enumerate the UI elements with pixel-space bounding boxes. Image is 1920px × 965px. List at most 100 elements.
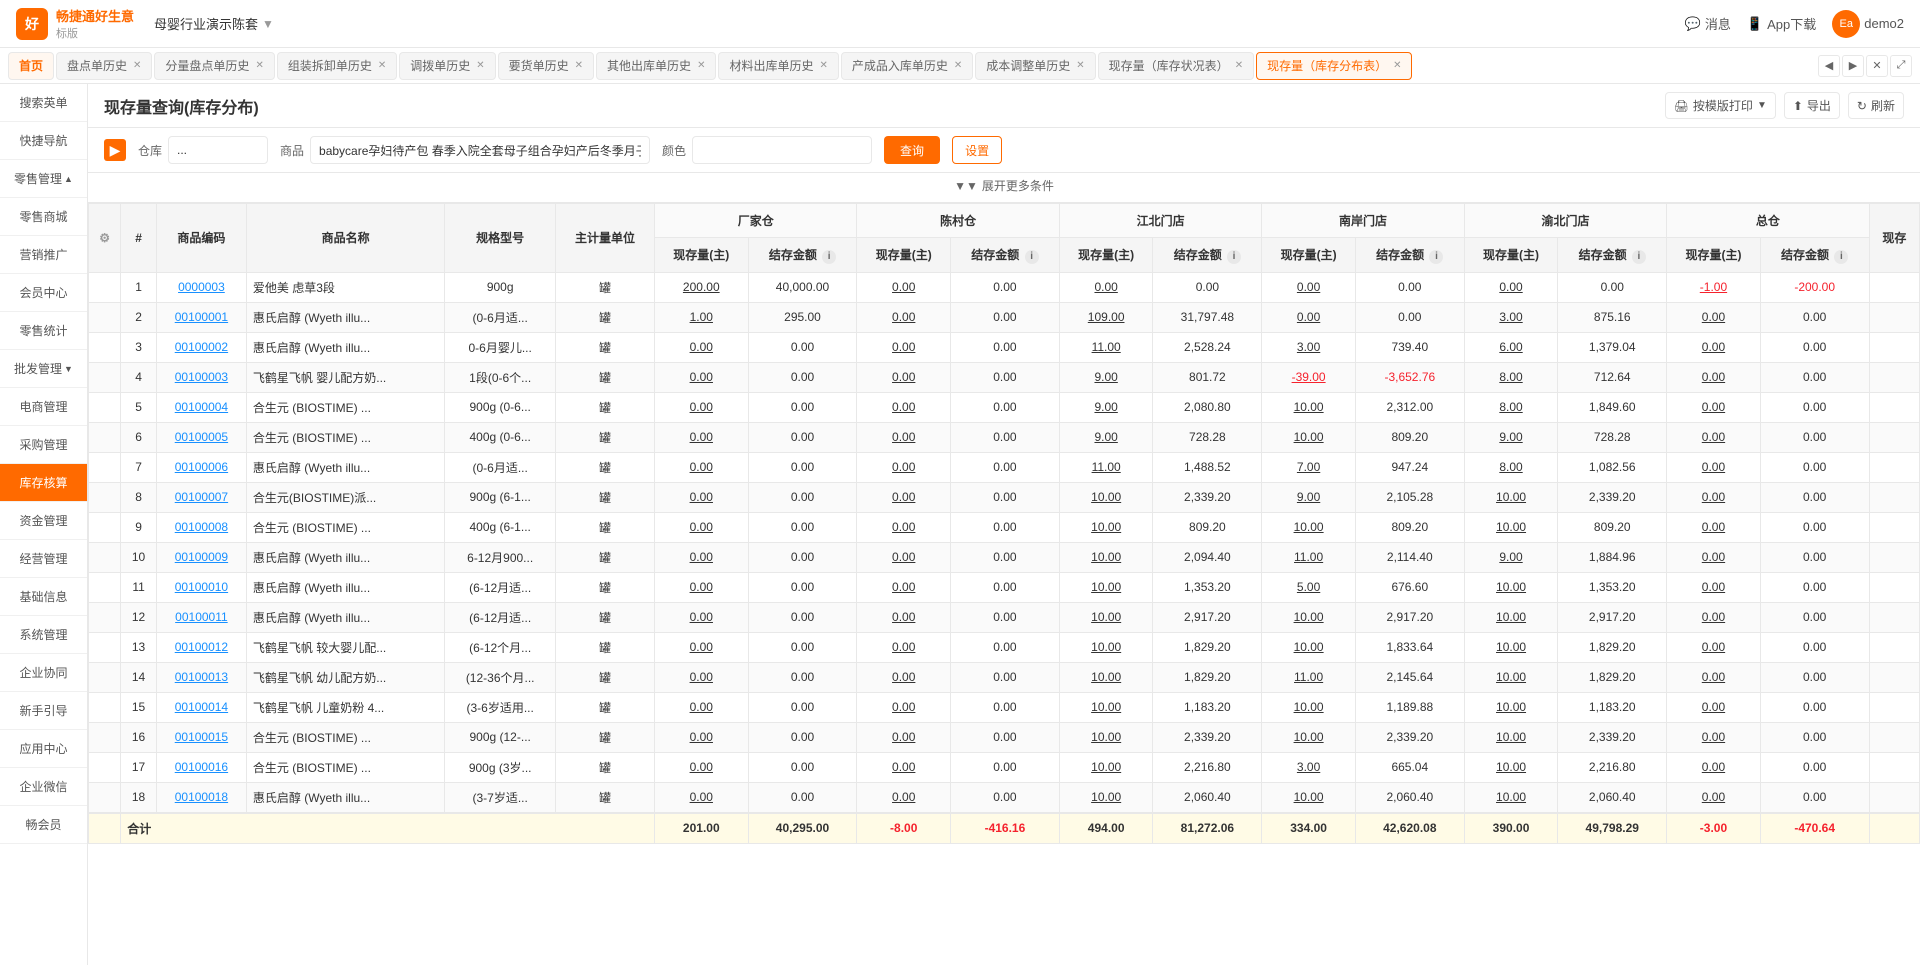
tab-chancheng[interactable]: 产成品入库单历史 ✕ — [841, 52, 973, 80]
cell-yubei-qty[interactable]: 3.00 — [1464, 302, 1558, 332]
info-icon[interactable]: i — [1834, 250, 1848, 264]
cell-code[interactable]: 00100008 — [156, 512, 246, 542]
cell-code[interactable]: 00100013 — [156, 662, 246, 692]
cell-nanan-qty[interactable]: 10.00 — [1262, 782, 1356, 813]
cell-jiangbei-qty[interactable]: 109.00 — [1059, 302, 1153, 332]
cell-jiangbei-qty[interactable]: 10.00 — [1059, 572, 1153, 602]
cell-changjia-qty[interactable]: 0.00 — [655, 662, 749, 692]
col-settings[interactable]: ⚙ — [89, 204, 121, 273]
cell-chencun-qty[interactable]: 0.00 — [857, 662, 951, 692]
info-icon[interactable]: i — [1227, 250, 1241, 264]
cell-changjia-qty[interactable]: 0.00 — [655, 482, 749, 512]
cell-changjia-qty[interactable]: 0.00 — [655, 392, 749, 422]
tab-close-icon[interactable]: ✕ — [575, 60, 583, 71]
cell-changjia-qty[interactable]: 0.00 — [655, 722, 749, 752]
cell-code[interactable]: 00100010 — [156, 572, 246, 602]
cell-jiangbei-qty[interactable]: 10.00 — [1059, 662, 1153, 692]
tab-yaohuo[interactable]: 要货单历史 ✕ — [498, 52, 594, 80]
tab-close-icon[interactable]: ✕ — [954, 60, 962, 71]
cell-jiangbei-qty[interactable]: 10.00 — [1059, 482, 1153, 512]
filter-toggle-btn[interactable]: ▶ — [104, 139, 126, 161]
product-input[interactable] — [310, 136, 650, 164]
cell-code[interactable]: 00100014 — [156, 692, 246, 722]
cell-chencun-qty[interactable]: 0.00 — [857, 512, 951, 542]
cell-zongcang-qty[interactable]: 0.00 — [1667, 602, 1761, 632]
cell-nanan-qty[interactable]: 10.00 — [1262, 392, 1356, 422]
cell-code[interactable]: 0000003 — [156, 272, 246, 302]
sidebar-item-retailmall[interactable]: 零售商城 — [0, 198, 87, 236]
sidebar-item-wholesale[interactable]: 批发管理 ▼ — [0, 350, 87, 388]
cell-chencun-qty[interactable]: 0.00 — [857, 632, 951, 662]
cell-changjia-qty[interactable]: 200.00 — [655, 272, 749, 302]
cell-jiangbei-qty[interactable]: 10.00 — [1059, 602, 1153, 632]
cell-jiangbei-qty[interactable]: 9.00 — [1059, 392, 1153, 422]
cell-zongcang-qty[interactable]: 0.00 — [1667, 332, 1761, 362]
cell-zongcang-qty[interactable]: 0.00 — [1667, 452, 1761, 482]
tab-close-icon[interactable]: ✕ — [1235, 60, 1243, 71]
sidebar-item-retail[interactable]: 零售管理 ▲ — [0, 160, 87, 198]
cell-code[interactable]: 00100012 — [156, 632, 246, 662]
cell-chencun-qty[interactable]: 0.00 — [857, 482, 951, 512]
cell-nanan-qty[interactable]: 9.00 — [1262, 482, 1356, 512]
info-icon[interactable]: i — [1025, 250, 1039, 264]
cell-chencun-qty[interactable]: 0.00 — [857, 542, 951, 572]
cell-chencun-qty[interactable]: 0.00 — [857, 602, 951, 632]
app-download-btn[interactable]: 📱 App下载 — [1747, 14, 1816, 33]
table-container[interactable]: ⚙ # 商品编码 商品名称 规格型号 主计量单位 厂家仓 陈村仓 江北门店 南岸… — [88, 203, 1920, 965]
cell-jiangbei-qty[interactable]: 10.00 — [1059, 752, 1153, 782]
cell-changjia-qty[interactable]: 0.00 — [655, 752, 749, 782]
cell-nanan-qty[interactable]: 11.00 — [1262, 662, 1356, 692]
tab-fenliang[interactable]: 分量盘点单历史 ✕ — [154, 52, 274, 80]
cell-yubei-qty[interactable]: 8.00 — [1464, 362, 1558, 392]
tab-close-icon[interactable]: ✕ — [819, 60, 827, 71]
info-icon[interactable]: i — [822, 250, 836, 264]
cell-zongcang-qty[interactable]: 0.00 — [1667, 752, 1761, 782]
tab-close-icon[interactable]: ✕ — [1076, 60, 1084, 71]
cell-changjia-qty[interactable]: 0.00 — [655, 632, 749, 662]
tab-xiancun1[interactable]: 现存量（库存状况表） ✕ — [1098, 52, 1254, 80]
cell-nanan-qty[interactable]: 10.00 — [1262, 692, 1356, 722]
refresh-btn[interactable]: ↻ 刷新 — [1848, 92, 1904, 119]
cell-jiangbei-qty[interactable]: 0.00 — [1059, 272, 1153, 302]
cell-changjia-qty[interactable]: 0.00 — [655, 692, 749, 722]
cell-yubei-qty[interactable]: 10.00 — [1464, 782, 1558, 813]
company-dropdown[interactable]: 母婴行业演示陈套 ▼ — [154, 14, 274, 33]
cell-chencun-qty[interactable]: 0.00 — [857, 722, 951, 752]
cell-zongcang-qty[interactable]: 0.00 — [1667, 722, 1761, 752]
tab-close-icon[interactable]: ✕ — [255, 60, 263, 71]
cell-nanan-qty[interactable]: 0.00 — [1262, 272, 1356, 302]
cell-changjia-qty[interactable]: 0.00 — [655, 572, 749, 602]
cell-jiangbei-qty[interactable]: 10.00 — [1059, 782, 1153, 813]
cell-jiangbei-qty[interactable]: 11.00 — [1059, 452, 1153, 482]
cell-yubei-qty[interactable]: 9.00 — [1464, 422, 1558, 452]
cell-jiangbei-qty[interactable]: 10.00 — [1059, 632, 1153, 662]
cell-yubei-qty[interactable]: 10.00 — [1464, 692, 1558, 722]
cell-jiangbei-qty[interactable]: 10.00 — [1059, 722, 1153, 752]
cell-nanan-qty[interactable]: 10.00 — [1262, 602, 1356, 632]
sidebar-item-wechat[interactable]: 企业微信 — [0, 768, 87, 806]
cell-chencun-qty[interactable]: 0.00 — [857, 692, 951, 722]
cell-changjia-qty[interactable]: 0.00 — [655, 542, 749, 572]
cell-nanan-qty[interactable]: 0.00 — [1262, 302, 1356, 332]
cell-zongcang-qty[interactable]: 0.00 — [1667, 392, 1761, 422]
cell-code[interactable]: 00100002 — [156, 332, 246, 362]
sidebar-item-member2[interactable]: 畅会员 — [0, 806, 87, 844]
sidebar-item-retailstat[interactable]: 零售统计 — [0, 312, 87, 350]
sidebar-item-inventory[interactable]: 库存核算 — [0, 464, 87, 502]
cell-zongcang-qty[interactable]: 0.00 — [1667, 302, 1761, 332]
cell-jiangbei-qty[interactable]: 10.00 — [1059, 512, 1153, 542]
warehouse-input[interactable] — [168, 136, 268, 164]
cell-zongcang-qty[interactable]: 0.00 — [1667, 782, 1761, 813]
cell-yubei-qty[interactable]: 10.00 — [1464, 752, 1558, 782]
tab-qita[interactable]: 其他出库单历史 ✕ — [596, 52, 716, 80]
cell-nanan-qty[interactable]: 7.00 — [1262, 452, 1356, 482]
cell-code[interactable]: 00100007 — [156, 482, 246, 512]
message-btn[interactable]: 💬 消息 — [1685, 14, 1731, 33]
cell-changjia-qty[interactable]: 0.00 — [655, 782, 749, 813]
cell-zongcang-qty[interactable]: 0.00 — [1667, 632, 1761, 662]
cell-jiangbei-qty[interactable]: 10.00 — [1059, 542, 1153, 572]
sidebar-item-ecom[interactable]: 电商管理 — [0, 388, 87, 426]
tab-close-icon[interactable]: ✕ — [476, 60, 484, 71]
cell-jiangbei-qty[interactable]: 11.00 — [1059, 332, 1153, 362]
tab-diaobo[interactable]: 调拨单历史 ✕ — [399, 52, 495, 80]
